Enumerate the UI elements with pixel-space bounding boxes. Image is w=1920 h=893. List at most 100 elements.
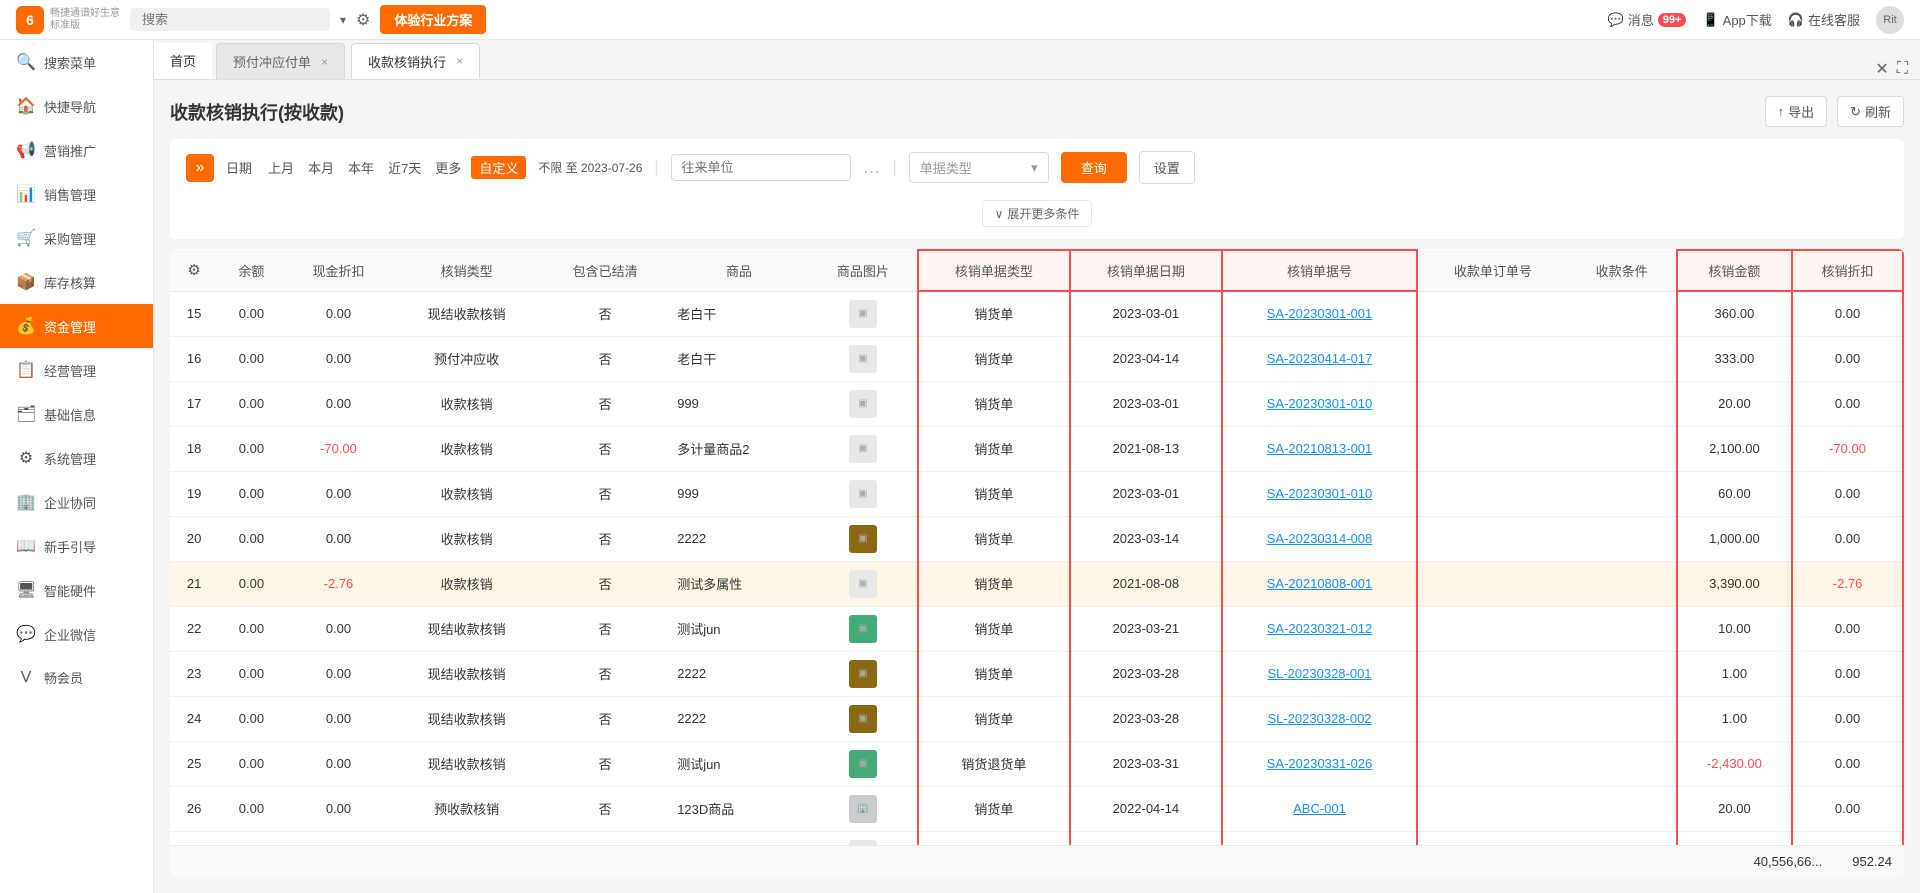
sidebar-item-marketing[interactable]: 📢 营销推广 bbox=[0, 128, 153, 172]
query-button[interactable]: 查询 bbox=[1061, 152, 1127, 183]
row-goods-img: ▣ bbox=[809, 291, 918, 336]
row-cash-discount: 0.00 bbox=[285, 381, 393, 426]
goods-image: 🏢 bbox=[849, 795, 877, 823]
row-bill-no[interactable]: SA-20230301-010 bbox=[1222, 381, 1417, 426]
sidebar-item-purchase[interactable]: 🛒 采购管理 bbox=[0, 216, 153, 260]
sidebar-item-finance[interactable]: 💰 资金管理 bbox=[0, 304, 153, 348]
row-bill-no[interactable]: SA-20210808-001 bbox=[1222, 561, 1417, 606]
sidebar-item-hardware[interactable]: 🖥 智能硬件 bbox=[0, 568, 153, 612]
col-balance: 余额 bbox=[218, 250, 284, 291]
app-download-item[interactable]: 📱 App下载 bbox=[1702, 10, 1771, 29]
sidebar-item-label: 企业协同 bbox=[44, 493, 96, 512]
sidebar-item-vip[interactable]: V 畅会员 bbox=[0, 656, 153, 699]
row-bill-date: 2023-03-01 bbox=[1070, 291, 1222, 336]
row-writeoff-discount: 0.00 bbox=[1792, 651, 1903, 696]
row-bill-no[interactable]: SA-20230414-017 bbox=[1222, 336, 1417, 381]
row-id: 15 bbox=[170, 291, 218, 336]
col-receipt-order: 收款单订单号 bbox=[1417, 250, 1567, 291]
refresh-button[interactable]: ↻ 刷新 bbox=[1837, 96, 1904, 127]
this-month-btn[interactable]: 本月 bbox=[304, 156, 338, 179]
sidebar-item-basicinfo[interactable]: 🗂 基础信息 bbox=[0, 392, 153, 436]
filter-settings-button[interactable]: 设置 bbox=[1139, 151, 1195, 184]
total-amt: 40,556,66... bbox=[1754, 854, 1823, 869]
export-button[interactable]: ↑ 导出 bbox=[1765, 96, 1828, 127]
expand-more-btn[interactable]: ∨ 展开更多条件 bbox=[982, 200, 1093, 227]
last-month-btn[interactable]: 上月 bbox=[264, 156, 298, 179]
search-input[interactable] bbox=[130, 8, 330, 31]
row-goods-img: ▣ bbox=[809, 651, 918, 696]
row-writeoff-amt: 20.00 bbox=[1677, 381, 1792, 426]
logo-icon: 6 bbox=[16, 6, 44, 34]
col-settings[interactable]: ⚙ bbox=[170, 250, 218, 291]
more-btn[interactable]: 更多 bbox=[431, 156, 465, 179]
goods-image: ▣ bbox=[849, 615, 877, 643]
online-service-item[interactable]: 🎧 在线客服 bbox=[1788, 10, 1860, 29]
row-include-settled: 否 bbox=[541, 651, 669, 696]
sidebar-item-label: 营销推广 bbox=[44, 141, 96, 160]
gear-button[interactable]: ⚙ bbox=[356, 10, 370, 30]
tab-home[interactable]: 首页 bbox=[154, 43, 212, 79]
collab-icon: 🏢 bbox=[16, 492, 36, 512]
row-writeoff-discount: 0.00 bbox=[1792, 336, 1903, 381]
row-balance: 0.00 bbox=[218, 696, 284, 741]
sidebar-item-wechat[interactable]: 💬 企业微信 bbox=[0, 612, 153, 656]
row-bill-no[interactable]: ABC-001 bbox=[1222, 786, 1417, 831]
tab-prepay[interactable]: 预付冲应付单 × bbox=[216, 43, 345, 79]
sidebar-item-quicknav[interactable]: 🏠 快捷导航 bbox=[0, 84, 153, 128]
sidebar-item-guide[interactable]: 📖 新手引导 bbox=[0, 524, 153, 568]
row-writeoff-amt: 1.00 bbox=[1677, 651, 1792, 696]
table-container[interactable]: ⚙ 余额 现金折扣 核销类型 包含已结清 商品 商品图片 核销单据类型 核销单据… bbox=[170, 249, 1904, 845]
custom-btn[interactable]: 自定义 bbox=[471, 156, 526, 179]
sidebar-item-inventory[interactable]: 📦 库存核算 bbox=[0, 260, 153, 304]
sidebar: 🔍 搜索菜单 🏠 快捷导航 📢 营销推广 📊 销售管理 🛒 采购管理 📦 库存核… bbox=[0, 40, 154, 893]
message-item[interactable]: 💬 消息 99+ bbox=[1608, 10, 1687, 29]
row-receipt-cond bbox=[1568, 426, 1677, 471]
row-id: 25 bbox=[170, 741, 218, 786]
partner-input[interactable] bbox=[671, 154, 851, 181]
wechat-icon: 💬 bbox=[16, 624, 36, 644]
row-bill-no[interactable]: SA-20230301-001 bbox=[1222, 291, 1417, 336]
search-dropdown-arrow[interactable]: ▾ bbox=[340, 13, 346, 27]
row-goods: 123D商品 bbox=[669, 786, 809, 831]
sidebar-item-operations[interactable]: 📋 经营管理 bbox=[0, 348, 153, 392]
row-goods: 老白干 bbox=[669, 336, 809, 381]
row-goods: 衣服00001 bbox=[669, 831, 809, 845]
partner-more-dots[interactable]: … bbox=[863, 157, 881, 178]
tab-writeoff-close[interactable]: × bbox=[456, 54, 463, 68]
row-include-settled: 否 bbox=[541, 381, 669, 426]
row-balance: 0.00 bbox=[218, 651, 284, 696]
avatar[interactable]: Rit bbox=[1876, 6, 1904, 34]
row-bill-no[interactable]: SL-20230328-001 bbox=[1222, 651, 1417, 696]
row-cash-discount: 0.00 bbox=[285, 786, 393, 831]
tab-bar: 首页 预付冲应付单 × 收款核销执行 × ✕ ⛶ bbox=[154, 40, 1920, 80]
row-bill-type: 销货单 bbox=[918, 426, 1070, 471]
sidebar-item-search[interactable]: 🔍 搜索菜单 bbox=[0, 40, 153, 84]
row-bill-no[interactable]: SA-20230301-010 bbox=[1222, 471, 1417, 516]
sidebar-item-system[interactable]: ⚙ 系统管理 bbox=[0, 436, 153, 480]
row-bill-no[interactable]: SL-20230328-002 bbox=[1222, 696, 1417, 741]
this-year-btn[interactable]: 本年 bbox=[344, 156, 378, 179]
row-receipt-order bbox=[1417, 471, 1567, 516]
row-bill-no[interactable]: SA-20230321-012 bbox=[1222, 606, 1417, 651]
purchase-icon: 🛒 bbox=[16, 228, 36, 248]
last-7days-btn[interactable]: 近7天 bbox=[384, 156, 425, 179]
row-bill-no[interactable]: SL-20230408-001 bbox=[1222, 831, 1417, 845]
sidebar-item-collab[interactable]: 🏢 企业协同 bbox=[0, 480, 153, 524]
row-receipt-cond bbox=[1568, 606, 1677, 651]
row-bill-no[interactable]: SA-20230331-026 bbox=[1222, 741, 1417, 786]
fullscreen-btn[interactable]: ⛶ bbox=[1897, 60, 1908, 78]
trial-button[interactable]: 体验行业方案 bbox=[380, 5, 486, 34]
close-tab-btn[interactable]: ✕ bbox=[1875, 59, 1888, 79]
row-bill-no[interactable]: SA-20230314-008 bbox=[1222, 516, 1417, 561]
row-receipt-order bbox=[1417, 336, 1567, 381]
row-writeoff-amt: 3,390.00 bbox=[1677, 561, 1792, 606]
bill-type-select[interactable]: 单据类型 ▾ bbox=[909, 152, 1049, 183]
col-bill-type: 核销单据类型 bbox=[918, 250, 1070, 291]
filter-expand-btn[interactable]: » bbox=[186, 154, 214, 182]
row-bill-no[interactable]: SA-20210813-001 bbox=[1222, 426, 1417, 471]
sidebar-item-sales[interactable]: 📊 销售管理 bbox=[0, 172, 153, 216]
operations-icon: 📋 bbox=[16, 360, 36, 380]
tab-writeoff[interactable]: 收款核销执行 × bbox=[351, 43, 480, 79]
tab-prepay-close[interactable]: × bbox=[321, 55, 328, 69]
row-bill-date: 2023-03-01 bbox=[1070, 471, 1222, 516]
